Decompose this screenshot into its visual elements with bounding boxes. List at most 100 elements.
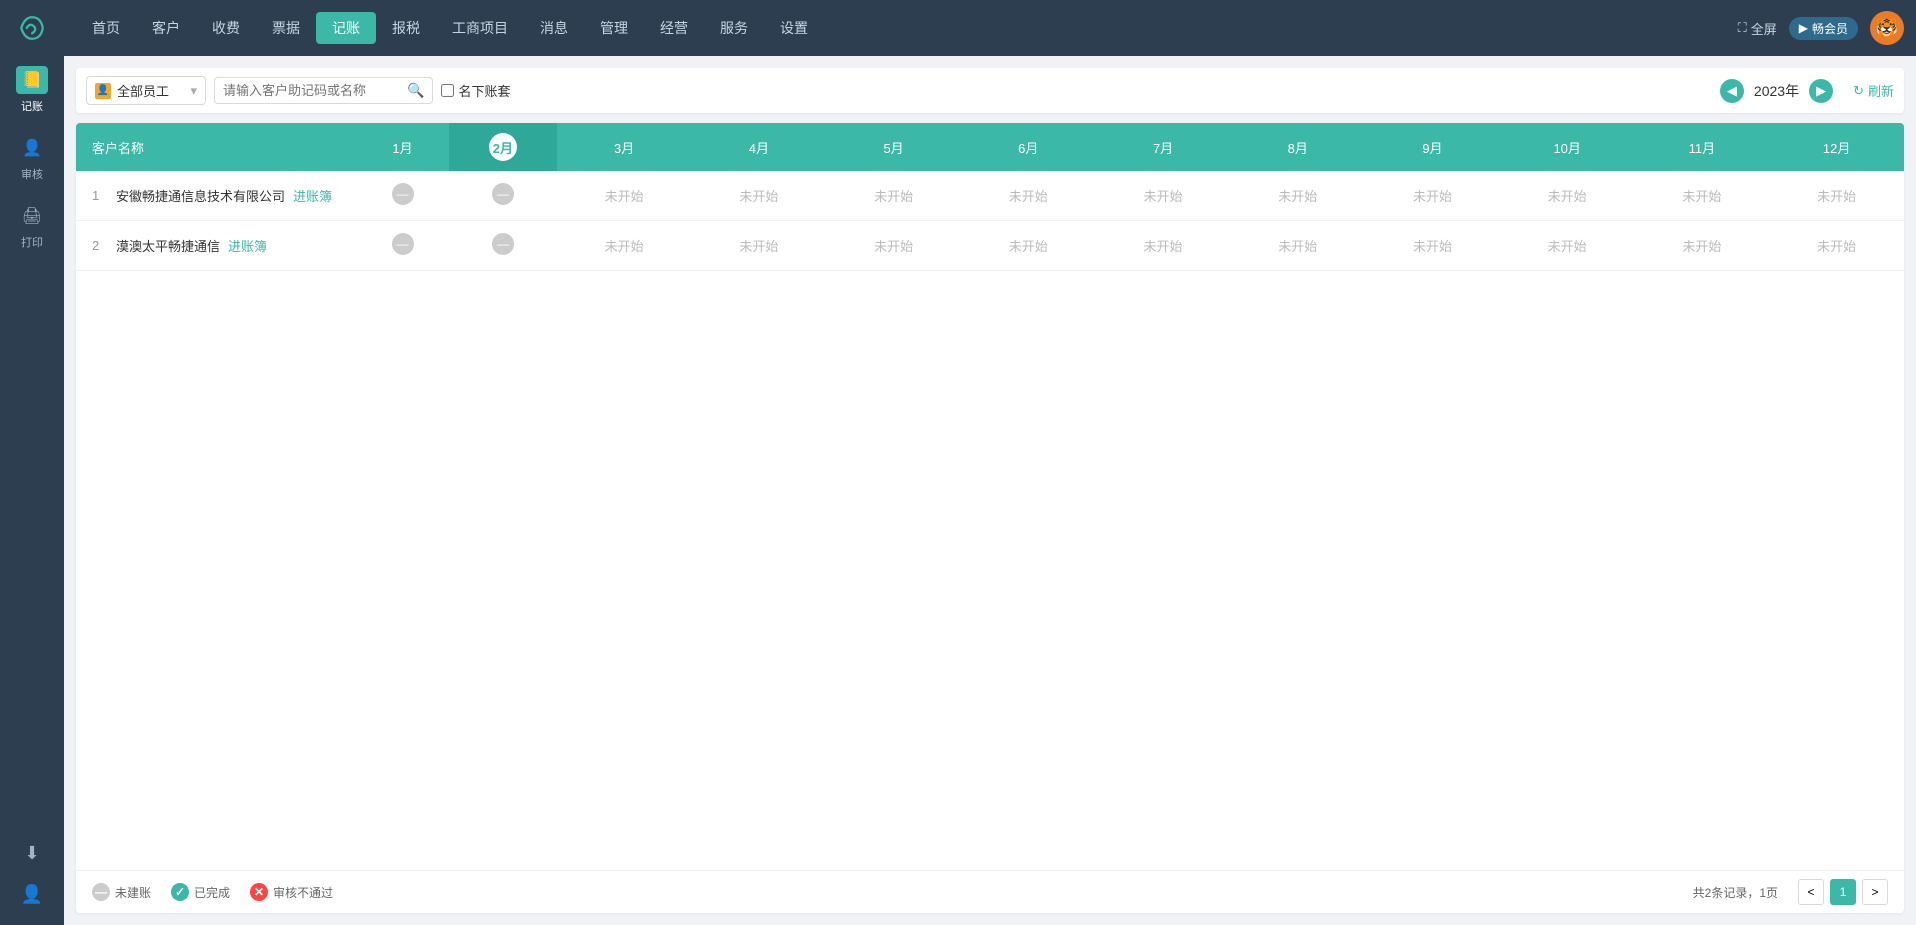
month-cell: 未开始	[557, 171, 692, 221]
nav-tax[interactable]: 报税	[376, 12, 436, 44]
status-not-started: 未开始	[605, 239, 644, 254]
legend-not-built-label: 未建账	[115, 884, 151, 901]
fullscreen-icon: ⛶	[1738, 20, 1747, 36]
nav-business[interactable]: 工商项目	[436, 12, 524, 44]
nav-services[interactable]: 服务	[704, 12, 764, 44]
nav-invoices[interactable]: 票据	[256, 12, 316, 44]
month-cell: 未开始	[1635, 221, 1770, 271]
search-button[interactable]: 🔍	[407, 82, 424, 99]
legend-not-built: — 未建账	[92, 883, 151, 901]
month-cell: 未开始	[1769, 171, 1904, 221]
table-wrapper: 客户名称 1月 2月 3月 4月 5月 6月 7月 8月	[76, 123, 1904, 870]
month-cell: 未开始	[1096, 171, 1231, 221]
enter-ledger-link[interactable]: 进账簿	[293, 186, 332, 205]
nav-billing[interactable]: 收费	[196, 12, 256, 44]
status-not-started: 未开始	[874, 189, 913, 204]
sidebar-bottom: ⬇ 👤	[0, 835, 64, 925]
year-display: 2023年	[1754, 81, 1799, 101]
sidebar-item-user[interactable]: 👤	[0, 876, 64, 913]
search-input[interactable]	[223, 83, 403, 98]
row-number: 2	[92, 238, 108, 253]
sidebar-item-print-label: 打印	[21, 234, 43, 250]
client-name-cell: 1 安徽畅捷通信息技术有限公司 进账簿	[76, 171, 356, 221]
client-name-cell: 2 漠澳太平畅捷通信 进账簿	[76, 221, 356, 271]
sidebar-item-audit[interactable]: 👤 审核	[0, 124, 64, 192]
print-icon: 🖨	[16, 202, 48, 230]
mine-checkbox-label[interactable]: 名下账套	[441, 81, 510, 100]
col-header-nov: 11月	[1635, 123, 1770, 171]
main-area: 首页 客户 收费 票据 记账 报税 工商项目 消息 管理 经营 服务 设置 ⛶ …	[64, 0, 1916, 925]
next-year-button[interactable]: ▶	[1809, 79, 1833, 103]
legend-teal-icon: ✓	[171, 883, 189, 901]
vip-label: 畅会员	[1812, 20, 1848, 37]
month-cell: 未开始	[1365, 171, 1500, 221]
nav-operations[interactable]: 经营	[644, 12, 704, 44]
employee-icon: 👤	[95, 83, 111, 99]
avatar[interactable]: 🐯	[1870, 11, 1904, 45]
video-icon: ▶	[1799, 21, 1808, 35]
col-header-oct: 10月	[1500, 123, 1635, 171]
status-not-started: 未开始	[1548, 189, 1587, 204]
sidebar-item-ledger[interactable]: 📒 记账	[0, 56, 64, 124]
month-cell	[449, 221, 557, 271]
status-not-started: 未开始	[1817, 239, 1856, 254]
row-number: 1	[92, 188, 108, 203]
prev-page-button[interactable]: <	[1798, 879, 1824, 905]
avatar-icon: 🐯	[1876, 18, 1898, 39]
month-cell: 未开始	[961, 221, 1096, 271]
status-not-started: 未开始	[874, 239, 913, 254]
col-header-apr: 4月	[692, 123, 827, 171]
legend-completed: ✓ 已完成	[171, 883, 230, 901]
search-wrapper: 🔍	[214, 77, 433, 104]
table-row: 2 漠澳太平畅捷通信 进账簿 未开始未开始未开始未开始未开始未开始未开始未开始未…	[76, 221, 1904, 271]
nav-home[interactable]: 首页	[76, 12, 136, 44]
month-cell: 未开始	[1500, 171, 1635, 221]
fullscreen-label: 全屏	[1751, 19, 1777, 38]
mine-checkbox[interactable]	[441, 84, 454, 97]
employee-select[interactable]: 👤 全部员工 ▾	[86, 76, 206, 105]
month-cell: 未开始	[692, 171, 827, 221]
client-name: 漠澳太平畅捷通信	[116, 236, 220, 255]
dropdown-icon: ▾	[190, 83, 197, 99]
legend-gray-icon: —	[92, 883, 110, 901]
table-row: 1 安徽畅捷通信息技术有限公司 进账簿 未开始未开始未开始未开始未开始未开始未开…	[76, 171, 1904, 221]
col-header-sep: 9月	[1365, 123, 1500, 171]
sidebar-item-print[interactable]: 🖨 打印	[0, 192, 64, 260]
legend-rejected-label: 审核不通过	[273, 884, 333, 901]
col-header-jan: 1月	[356, 123, 449, 171]
nav-ledger[interactable]: 记账	[316, 12, 376, 44]
status-not-started: 未开始	[1278, 239, 1317, 254]
nav-clients[interactable]: 客户	[136, 12, 196, 44]
fullscreen-button[interactable]: ⛶ 全屏	[1738, 19, 1777, 38]
enter-ledger-link[interactable]: 进账簿	[228, 236, 267, 255]
prev-year-button[interactable]: ◀	[1720, 79, 1744, 103]
col-header-may: 5月	[826, 123, 961, 171]
status-not-started: 未开始	[1009, 189, 1048, 204]
col-header-name: 客户名称	[76, 123, 356, 171]
month-cell	[356, 171, 449, 221]
nav-settings[interactable]: 设置	[764, 12, 824, 44]
month-cell: 未开始	[826, 171, 961, 221]
month-cell: 未开始	[1500, 221, 1635, 271]
sidebar-item-ledger-label: 记账	[21, 98, 43, 114]
status-circle-icon	[392, 233, 414, 255]
month-cell	[356, 221, 449, 271]
table-container: 客户名称 1月 2月 3月 4月 5月 6月 7月 8月	[76, 123, 1904, 913]
page-1-button[interactable]: 1	[1830, 879, 1856, 905]
month-cell: 未开始	[961, 171, 1096, 221]
refresh-button[interactable]: ↻ 刷新	[1853, 81, 1894, 100]
legend-rejected: ✕ 审核不通过	[250, 883, 333, 901]
nav-messages[interactable]: 消息	[524, 12, 584, 44]
month-cell: 未开始	[1230, 171, 1365, 221]
next-page-button[interactable]: >	[1862, 879, 1888, 905]
col-header-feb: 2月	[449, 123, 557, 171]
status-not-started: 未开始	[1144, 239, 1183, 254]
month-cell: 未开始	[557, 221, 692, 271]
vip-button[interactable]: ▶ 畅会员	[1789, 17, 1858, 40]
main-table: 客户名称 1月 2月 3月 4月 5月 6月 7月 8月	[76, 123, 1904, 271]
sidebar-item-download[interactable]: ⬇	[0, 835, 64, 872]
sidebar: 📒 记账 👤 审核 🖨 打印 ⬇ 👤	[0, 0, 64, 925]
month-cell: 未开始	[1635, 171, 1770, 221]
legend-completed-label: 已完成	[194, 884, 230, 901]
nav-management[interactable]: 管理	[584, 12, 644, 44]
